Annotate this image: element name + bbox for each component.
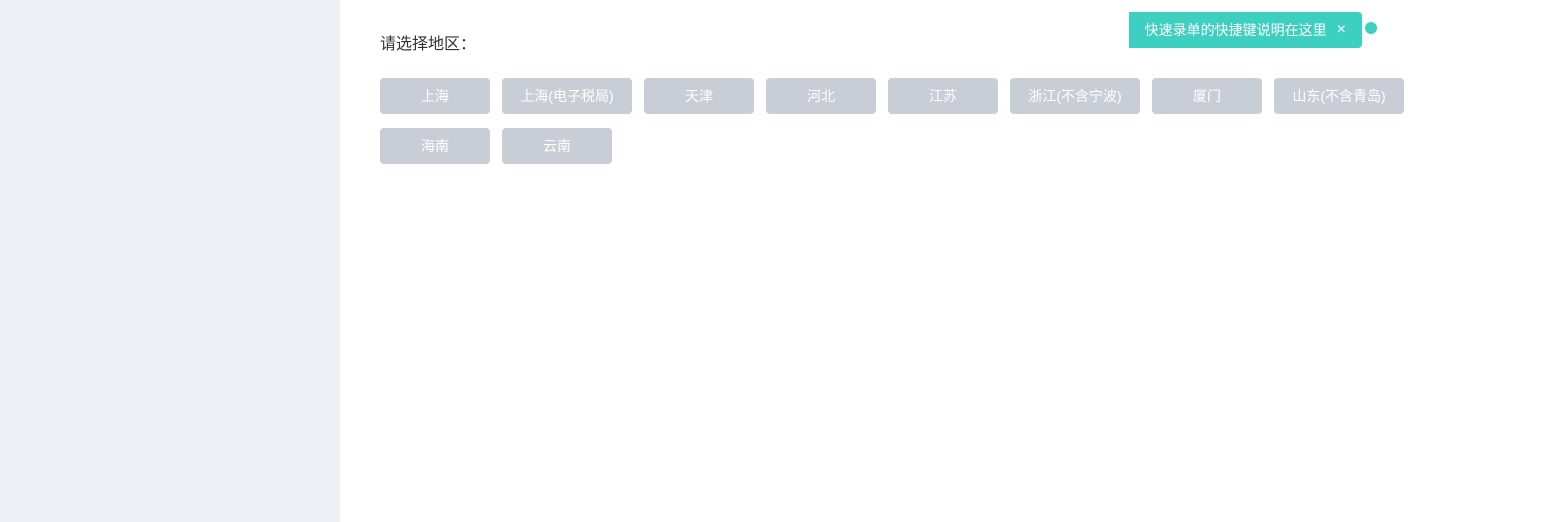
region-button-zhejiang[interactable]: 浙江(不含宁波) [1010, 78, 1140, 114]
tooltip-banner: 快速录单的快捷键说明在这里 × [1125, 12, 1362, 48]
region-button-tianjin[interactable]: 天津 [644, 78, 754, 114]
main-content: 请选择地区： 上海上海(电子税局)天津河北江苏浙江(不含宁波)厦门山东(不含青岛… [340, 0, 1562, 522]
region-button-jiangsu[interactable]: 江苏 [888, 78, 998, 114]
region-button-shandong[interactable]: 山东(不含青岛) [1274, 78, 1404, 114]
sidebar [0, 0, 340, 522]
tooltip-dot [1365, 22, 1377, 34]
region-button-shanghai-etax[interactable]: 上海(电子税局) [502, 78, 632, 114]
region-buttons: 上海上海(电子税局) 天津河北江苏浙江(不含宁波) 厦门山东(不含青岛) 海南云南 [380, 78, 1522, 164]
region-button-hebei[interactable]: 河北 [766, 78, 876, 114]
region-button-shanghai[interactable]: 上海 [380, 78, 490, 114]
region-button-hainan[interactable]: 海南 [380, 128, 490, 164]
region-button-yunnan[interactable]: 云南 [502, 128, 612, 164]
tooltip-close-button[interactable]: × [1337, 22, 1346, 38]
tooltip-text: 快速录单的快捷键说明在这里 [1145, 20, 1327, 40]
region-button-xiamen[interactable]: 厦门 [1152, 78, 1262, 114]
